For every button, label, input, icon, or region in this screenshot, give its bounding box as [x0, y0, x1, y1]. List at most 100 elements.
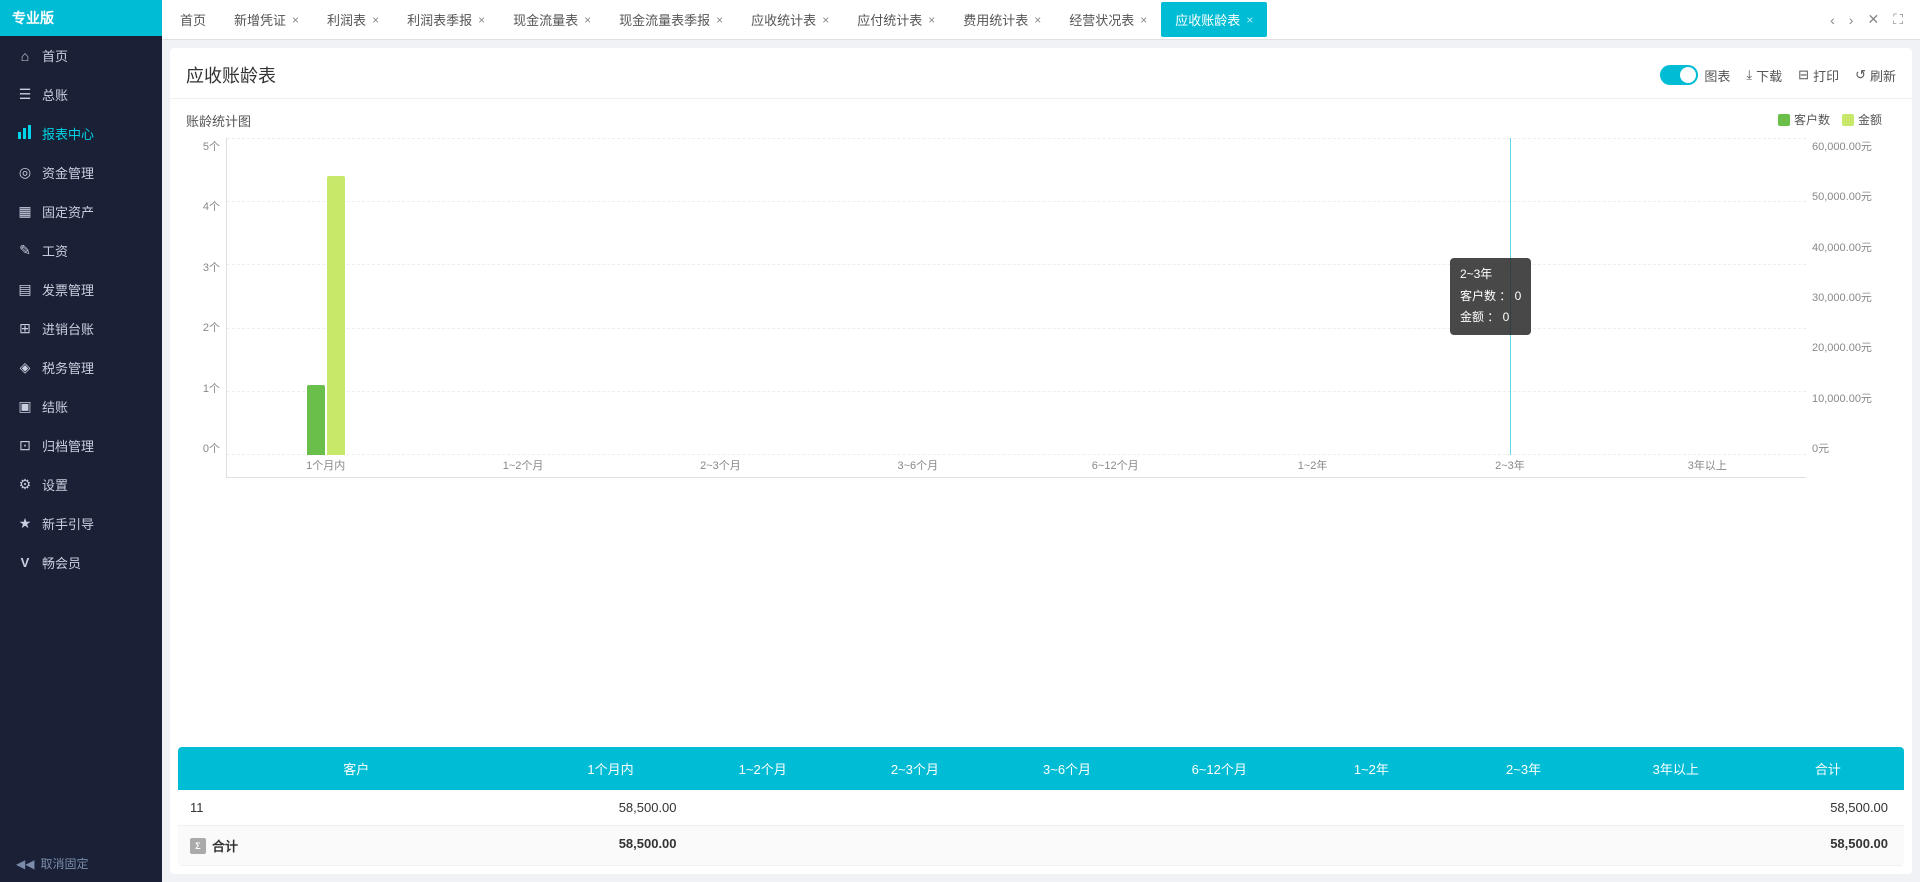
- sidebar-item-funds[interactable]: ◎ 资金管理: [0, 153, 162, 192]
- download-button[interactable]: ⤓ 下载: [1746, 66, 1782, 85]
- x-label-8: 3年以上: [1609, 455, 1806, 477]
- sidebar-item-invoice[interactable]: ▤ 发票管理: [0, 270, 162, 309]
- tab-operation[interactable]: 经营状况表 ×: [1055, 2, 1161, 37]
- td-customer: 11: [178, 790, 534, 825]
- sidebar-item-inventory[interactable]: ⊞ 进销台账: [0, 309, 162, 348]
- sidebar-item-label: 新手引导: [42, 514, 94, 533]
- tab-controls: ‹ › ✕ ⛶: [1825, 9, 1916, 30]
- td-total-total: 58,500.00: [1746, 826, 1904, 865]
- sidebar-item-settlement[interactable]: ▣ 结账: [0, 387, 162, 426]
- tab-cashflow-quarter[interactable]: 现金流量表季报 ×: [605, 2, 737, 37]
- x-label-2: 1~2个月: [424, 455, 621, 477]
- th-customer: 客户: [178, 747, 534, 790]
- table-row: 11 58,500.00 58,500.00: [178, 790, 1904, 826]
- th-month612: 6~12个月: [1143, 747, 1295, 790]
- sidebar-item-tax[interactable]: ◈ 税务管理: [0, 348, 162, 387]
- sidebar-item-home[interactable]: ⌂ 首页: [0, 36, 162, 75]
- x-label-7: 2~3年: [1411, 455, 1608, 477]
- total-icon: Σ: [190, 838, 206, 854]
- legend-amount: 金额: [1842, 111, 1882, 128]
- tab-close-profit[interactable]: ×: [372, 13, 379, 27]
- td-year12: [1294, 790, 1444, 825]
- th-month12: 1~2个月: [687, 747, 839, 790]
- td-total-month612: [1144, 826, 1294, 865]
- tab-profit[interactable]: 利润表 ×: [313, 2, 393, 37]
- th-month36: 3~6个月: [991, 747, 1143, 790]
- x-label-4: 3~6个月: [819, 455, 1016, 477]
- page-header: 应收账龄表 图表 ⤓ 下载 ⊟ 打印 ↺ 刷新: [170, 48, 1912, 99]
- inventory-icon: ⊞: [16, 320, 34, 337]
- table-total-row: Σ 合计 58,500.00 58,500.00: [178, 826, 1904, 866]
- tab-bar: 首页 新增凭证 × 利润表 × 利润表季报 × 现金流量表 × 现金流量表季报 …: [162, 0, 1920, 40]
- sidebar-item-label: 固定资产: [42, 202, 94, 221]
- sidebar-item-guide[interactable]: ★ 新手引导: [0, 504, 162, 543]
- tab-receivable-stat[interactable]: 应收统计表 ×: [737, 2, 843, 37]
- tab-close-cashflow-quarter[interactable]: ×: [716, 13, 723, 27]
- td-month1: 58,500.00: [534, 790, 692, 825]
- x-label-5: 6~12个月: [1017, 455, 1214, 477]
- tab-payable-stat[interactable]: 应付统计表 ×: [843, 2, 949, 37]
- tab-close-expense-stat[interactable]: ×: [1034, 13, 1041, 27]
- ledger-icon: ☰: [16, 86, 34, 103]
- sidebar-item-salary[interactable]: ✎ 工资: [0, 231, 162, 270]
- chart-toggle[interactable]: [1660, 65, 1698, 85]
- tab-next-btn[interactable]: ›: [1844, 10, 1859, 30]
- header-actions: 图表 ⤓ 下载 ⊟ 打印 ↺ 刷新: [1660, 65, 1896, 85]
- tab-close-cashflow[interactable]: ×: [584, 13, 591, 27]
- th-total: 合计: [1752, 747, 1904, 790]
- th-year12: 1~2年: [1295, 747, 1447, 790]
- page-content: 应收账龄表 图表 ⤓ 下载 ⊟ 打印 ↺ 刷新: [170, 48, 1912, 874]
- print-button[interactable]: ⊟ 打印: [1798, 66, 1839, 85]
- invoice-icon: ▤: [16, 281, 34, 298]
- tab-voucher[interactable]: 新增凭证 ×: [220, 2, 313, 37]
- td-total-month12: [693, 826, 843, 865]
- tab-profit-quarter[interactable]: 利润表季报 ×: [393, 2, 499, 37]
- legend-amount-color: [1842, 114, 1854, 126]
- page-title: 应收账龄表: [186, 62, 276, 88]
- sidebar-item-reports[interactable]: 报表中心: [0, 114, 162, 153]
- sidebar-item-archive[interactable]: ⊡ 归档管理: [0, 426, 162, 465]
- th-year3plus: 3年以上: [1600, 747, 1752, 790]
- tab-prev-btn[interactable]: ‹: [1825, 10, 1840, 30]
- archive-icon: ⊡: [16, 437, 34, 454]
- pin-icon: ◀◀: [16, 857, 34, 871]
- sidebar-item-settings[interactable]: ⚙ 设置: [0, 465, 162, 504]
- y-right-label: 40,000.00元: [1812, 239, 1872, 255]
- y-right-label: 60,000.00元: [1812, 138, 1872, 154]
- sidebar-item-label: 发票管理: [42, 280, 94, 299]
- vip-icon: V: [16, 555, 34, 570]
- tab-close-operation[interactable]: ×: [1140, 13, 1147, 27]
- sidebar-logo: 专业版: [0, 0, 162, 36]
- home-icon: ⌂: [16, 48, 34, 64]
- tab-cashflow[interactable]: 现金流量表 ×: [499, 2, 605, 37]
- pin-label: 取消固定: [40, 855, 88, 872]
- tab-expense-stat[interactable]: 费用统计表 ×: [949, 2, 1055, 37]
- tab-close-receivable-stat[interactable]: ×: [822, 13, 829, 27]
- sidebar-item-label: 结账: [42, 397, 68, 416]
- chart-toggle-label: 图表: [1704, 66, 1730, 85]
- sidebar-pin-toggle[interactable]: ◀◀ 取消固定: [0, 845, 162, 882]
- td-total-month1: 58,500.00: [534, 826, 692, 865]
- legend-amount-label: 金额: [1858, 111, 1882, 128]
- td-total-year12: [1294, 826, 1444, 865]
- tab-home[interactable]: 首页: [166, 2, 220, 37]
- tab-close-profit-quarter[interactable]: ×: [478, 13, 485, 27]
- tab-aging[interactable]: 应收账龄表 ×: [1161, 2, 1267, 37]
- sidebar-item-ledger[interactable]: ☰ 总账: [0, 75, 162, 114]
- refresh-button[interactable]: ↺ 刷新: [1855, 66, 1896, 85]
- tab-expand-btn[interactable]: ⛶: [1888, 9, 1908, 30]
- salary-icon: ✎: [16, 242, 34, 259]
- tab-close-voucher[interactable]: ×: [292, 13, 299, 27]
- tab-close-aging[interactable]: ×: [1246, 13, 1253, 27]
- legend-customers-color: [1778, 114, 1790, 126]
- chart-area: 账龄统计图 客户数 金额 5个 4个 3个 2个 1个: [170, 99, 1912, 747]
- guide-icon: ★: [16, 515, 34, 532]
- sidebar-item-assets[interactable]: ▦ 固定资产: [0, 192, 162, 231]
- y-label: 0个: [203, 440, 220, 456]
- bar-group-3: [622, 138, 819, 455]
- sidebar-item-vip[interactable]: V 畅会员: [0, 543, 162, 582]
- tab-close-all-btn[interactable]: ✕: [1862, 9, 1884, 30]
- tab-close-payable-stat[interactable]: ×: [928, 13, 935, 27]
- main-area: 首页 新增凭证 × 利润表 × 利润表季报 × 现金流量表 × 现金流量表季报 …: [162, 0, 1920, 882]
- y-right-label: 50,000.00元: [1812, 188, 1872, 204]
